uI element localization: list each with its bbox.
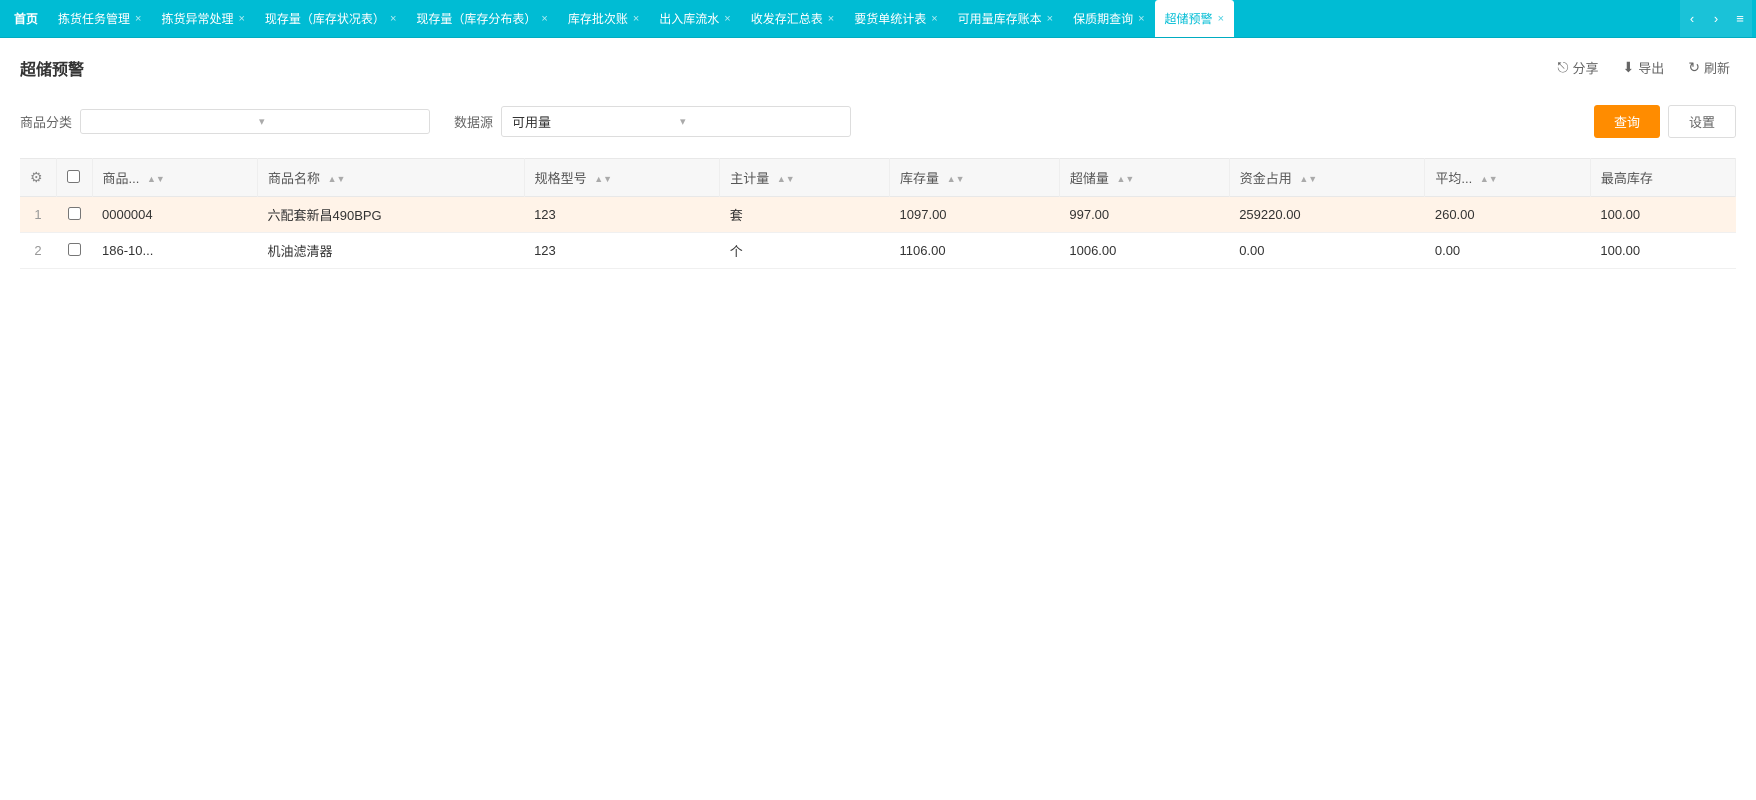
close-order-stats[interactable]: × (931, 13, 937, 25)
cell-product-code: 186-10... (92, 233, 258, 269)
sort-product-code-icon[interactable]: ▲▼ (147, 175, 165, 184)
share-icon: ⎋ (1557, 59, 1568, 76)
cell-stock-qty: 1097.00 (890, 197, 1060, 233)
nav-item-inout-flow[interactable]: 出入库流水 × (649, 0, 740, 37)
nav-more-button[interactable]: ≡ (1728, 0, 1752, 38)
sort-avg-icon[interactable]: ▲▼ (1480, 175, 1498, 184)
sort-unit-icon[interactable]: ▲▼ (777, 175, 795, 184)
set-button[interactable]: 设置 (1668, 105, 1736, 138)
cell-product-name: 机油滤清器 (258, 233, 525, 269)
refresh-button[interactable]: ↻ 刷新 (1682, 54, 1736, 81)
datasource-filter-group: 数据源 可用量 ▾ (454, 106, 851, 137)
nav-item-overstock-warning[interactable]: 超储预警 × (1155, 0, 1234, 37)
sort-capital-icon[interactable]: ▲▼ (1299, 175, 1317, 184)
cell-avg: 260.00 (1425, 197, 1591, 233)
cell-product-code: 0000004 (92, 197, 258, 233)
row-checkbox-cell (56, 233, 92, 269)
refresh-icon: ↻ (1688, 59, 1700, 76)
nav-item-batch-account[interactable]: 库存批次账 × (558, 0, 649, 37)
cell-max-stock: 100.00 (1590, 197, 1735, 233)
row-num: 2 (20, 233, 56, 269)
close-batch-account[interactable]: × (633, 13, 639, 25)
export-icon: ⬇ (1623, 59, 1635, 76)
sort-product-name-icon[interactable]: ▲▼ (328, 175, 346, 184)
cell-unit: 套 (720, 197, 890, 233)
cell-overstock-qty: 1006.00 (1059, 233, 1229, 269)
row-checkbox[interactable] (68, 243, 81, 256)
col-unit: 主计量 ▲▼ (720, 159, 890, 197)
cell-max-stock: 100.00 (1590, 233, 1735, 269)
category-label: 商品分类 (20, 112, 72, 131)
filter-bar: 商品分类 ▾ 数据源 可用量 ▾ 查询 设置 (20, 97, 1736, 146)
cell-stock-qty: 1106.00 (890, 233, 1060, 269)
col-stock-qty: 库存量 ▲▼ (890, 159, 1060, 197)
share-button[interactable]: ⎋ 分享 (1551, 54, 1604, 81)
header-actions: ⎋ 分享 ⬇ 导出 ↻ 刷新 (1551, 54, 1736, 81)
filter-actions: 查询 设置 (1594, 105, 1736, 138)
nav-item-home[interactable]: 首页 (4, 0, 48, 37)
cell-unit: 个 (720, 233, 890, 269)
nav-item-order-stats[interactable]: 要货单统计表 × (844, 0, 947, 37)
sort-overstock-qty-icon[interactable]: ▲▼ (1117, 175, 1135, 184)
category-filter-group: 商品分类 ▾ (20, 109, 430, 134)
close-expiry-query[interactable]: × (1138, 13, 1144, 25)
table-row: 1 0000004 六配套新昌490BPG 123 套 1097.00 997.… (20, 197, 1736, 233)
col-product-code: 商品... ▲▼ (92, 159, 258, 197)
nav-prev-button[interactable]: ‹ (1680, 0, 1704, 38)
col-capital-occupied: 资金占用 ▲▼ (1229, 159, 1425, 197)
col-product-name: 商品名称 ▲▼ (258, 159, 525, 197)
close-overstock-warning[interactable]: × (1218, 13, 1224, 25)
close-available-account[interactable]: × (1047, 13, 1053, 25)
col-settings: ⚙ (20, 159, 56, 197)
cell-capital-occupied: 0.00 (1229, 233, 1425, 269)
table-row: 2 186-10... 机油滤清器 123 个 1106.00 1006.00 … (20, 233, 1736, 269)
nav-next-button[interactable]: › (1704, 0, 1728, 38)
col-avg: 平均... ▲▼ (1425, 159, 1591, 197)
nav-item-expiry-query[interactable]: 保质期查询 × (1063, 0, 1154, 37)
datasource-dropdown-icon: ▾ (680, 115, 840, 128)
close-inventory-dist[interactable]: × (541, 13, 547, 25)
cell-overstock-qty: 997.00 (1059, 197, 1229, 233)
datasource-select[interactable]: 可用量 ▾ (501, 106, 851, 137)
nav-arrows: ‹ › ≡ (1680, 0, 1752, 38)
close-receive-summary[interactable]: × (828, 13, 834, 25)
cell-spec: 123 (524, 233, 720, 269)
select-all-checkbox[interactable] (67, 170, 80, 183)
nav-item-receive-summary[interactable]: 收发存汇总表 × (741, 0, 844, 37)
close-pick-task[interactable]: × (135, 13, 141, 25)
category-dropdown-icon: ▾ (259, 115, 419, 128)
nav-item-pick-exception[interactable]: 拣货异常处理 × (151, 0, 254, 37)
top-navigation: 首页 拣货任务管理 × 拣货异常处理 × 现存量（库存状况表） × 现存量（库存… (0, 0, 1756, 38)
close-inventory-status[interactable]: × (390, 13, 396, 25)
close-pick-exception[interactable]: × (238, 13, 244, 25)
data-table-container: ⚙ 商品... ▲▼ 商品名称 ▲▼ 规格型号 ▲▼ (20, 158, 1736, 269)
col-overstock-qty: 超储量 ▲▼ (1059, 159, 1229, 197)
page-header: 超储预警 ⎋ 分享 ⬇ 导出 ↻ 刷新 (20, 54, 1736, 81)
category-select[interactable]: ▾ (80, 109, 430, 134)
export-button[interactable]: ⬇ 导出 (1617, 54, 1671, 81)
nav-item-inventory-status[interactable]: 现存量（库存状况表） × (255, 0, 406, 37)
close-inout-flow[interactable]: × (724, 13, 730, 25)
row-num: 1 (20, 197, 56, 233)
nav-item-available-account[interactable]: 可用量库存账本 × (948, 0, 1063, 37)
col-max-stock: 最高库存 (1590, 159, 1735, 197)
cell-avg: 0.00 (1425, 233, 1591, 269)
nav-item-inventory-dist[interactable]: 现存量（库存分布表） × (406, 0, 557, 37)
table-settings-icon[interactable]: ⚙ (30, 169, 43, 185)
col-spec: 规格型号 ▲▼ (524, 159, 720, 197)
col-checkbox (56, 159, 92, 197)
main-content: 超储预警 ⎋ 分享 ⬇ 导出 ↻ 刷新 商品分类 ▾ 数据源 (0, 38, 1756, 800)
row-checkbox-cell (56, 197, 92, 233)
cell-product-name: 六配套新昌490BPG (258, 197, 525, 233)
cell-capital-occupied: 259220.00 (1229, 197, 1425, 233)
overstock-table: ⚙ 商品... ▲▼ 商品名称 ▲▼ 规格型号 ▲▼ (20, 158, 1736, 269)
nav-item-pick-task[interactable]: 拣货任务管理 × (48, 0, 151, 37)
cell-spec: 123 (524, 197, 720, 233)
datasource-label: 数据源 (454, 112, 493, 131)
sort-stock-qty-icon[interactable]: ▲▼ (947, 175, 965, 184)
query-button[interactable]: 查询 (1594, 105, 1660, 138)
sort-spec-icon[interactable]: ▲▼ (594, 175, 612, 184)
page-title: 超储预警 (20, 56, 84, 80)
row-checkbox[interactable] (68, 207, 81, 220)
